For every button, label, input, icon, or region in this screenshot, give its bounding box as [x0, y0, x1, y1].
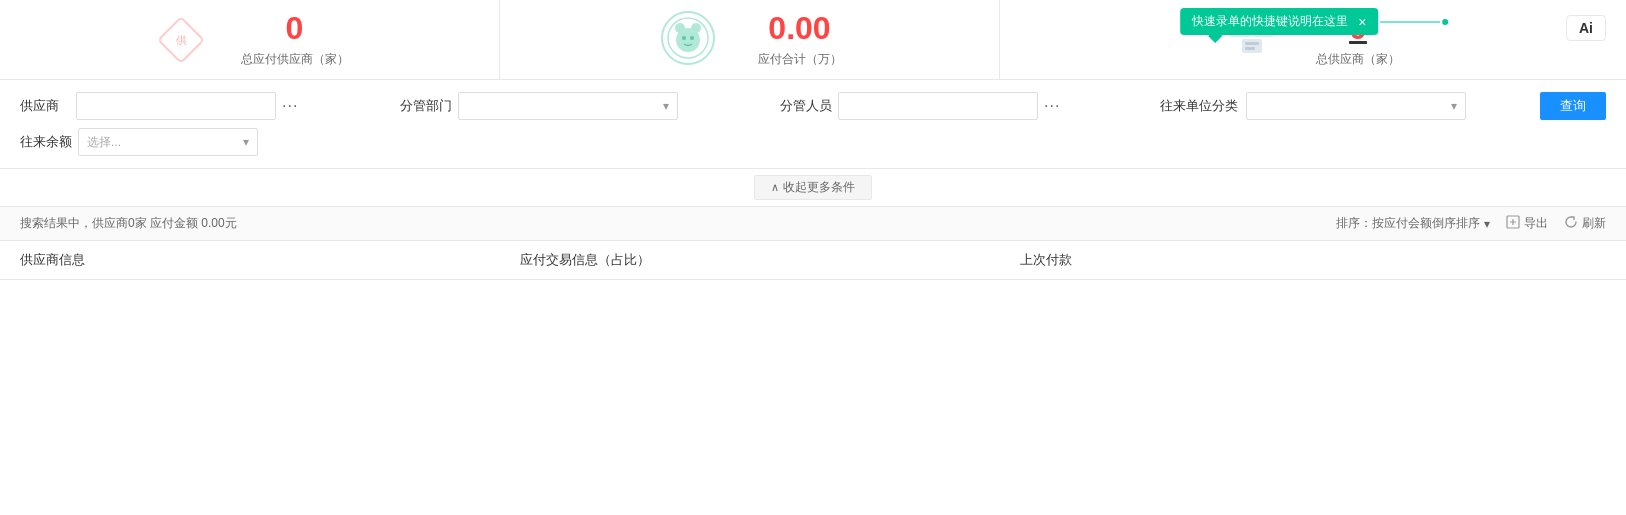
- refresh-label: 刷新: [1582, 215, 1606, 232]
- col-header-last-payment: 上次付款: [1020, 251, 1606, 269]
- col-header-supplier-info: 供应商信息: [20, 251, 520, 269]
- table-content: [0, 280, 1626, 480]
- person-filter-label: 分管人员: [780, 97, 832, 115]
- sort-arrow-icon: ▾: [1484, 217, 1490, 231]
- stat-total-suppliers: 0 总供应商（家） 快速录单的快捷键说明在这里 × Ai: [1000, 0, 1626, 79]
- sort-label: 排序：按应付会额倒序排序: [1336, 215, 1480, 232]
- supplier-filter-dots[interactable]: ···: [282, 97, 298, 115]
- filter-group-unit-category: 往来单位分类 ▾: [1160, 92, 1530, 120]
- supplier-filter-label: 供应商: [20, 97, 70, 115]
- stat-value-payable-suppliers: 0: [286, 11, 304, 46]
- export-icon: [1506, 215, 1520, 232]
- person-filter-input[interactable]: [838, 92, 1038, 120]
- diamond-icon: 供: [151, 10, 211, 70]
- tooltip-popup: 快速录单的快捷键说明在这里 ×: [1180, 8, 1378, 35]
- stat-payable-total-section: 0.00 应付合计（万）: [500, 0, 1000, 79]
- svg-point-8: [690, 36, 694, 40]
- svg-rect-17: [1245, 47, 1255, 50]
- filter-bar: 供应商 ··· 分管部门 ▾ 分管人员 ··· 往来单位分类 ▾: [0, 80, 1626, 169]
- query-button[interactable]: 查询: [1540, 92, 1606, 120]
- svg-point-7: [682, 36, 686, 40]
- svg-point-6: [676, 28, 700, 52]
- collapse-bar: ∧ 收起更多条件: [0, 169, 1626, 207]
- collapse-button[interactable]: ∧ 收起更多条件: [754, 175, 872, 200]
- token-icon: [658, 8, 718, 71]
- filter-group-balance: 往来余额 选择... ▾: [20, 128, 340, 156]
- tooltip-close[interactable]: ×: [1358, 14, 1366, 30]
- unit-category-filter-label: 往来单位分类: [1160, 97, 1240, 115]
- unit-category-select-arrow: ▾: [1451, 99, 1457, 113]
- department-filter-select[interactable]: ▾: [458, 92, 678, 120]
- tooltip-text: 快速录单的快捷键说明在这里: [1192, 13, 1348, 30]
- export-label: 导出: [1524, 215, 1548, 232]
- export-button[interactable]: 导出: [1506, 215, 1548, 232]
- sort-select[interactable]: 排序：按应付会额倒序排序 ▾: [1336, 215, 1490, 232]
- collapse-icon: ∧: [771, 181, 779, 194]
- refresh-button[interactable]: 刷新: [1564, 215, 1606, 232]
- svg-rect-15: [1242, 39, 1262, 53]
- filter-group-supplier: 供应商 ···: [20, 92, 390, 120]
- department-filter-label: 分管部门: [400, 97, 452, 115]
- unit-category-filter-select[interactable]: ▾: [1246, 92, 1466, 120]
- stat-label-total-suppliers: 总供应商（家）: [1316, 51, 1400, 68]
- ai-button[interactable]: Ai: [1566, 15, 1606, 41]
- stat-label-payable-total: 应付合计（万）: [758, 51, 842, 68]
- results-info: 搜索结果中，供应商0家 应付金额 0.00元: [20, 215, 237, 232]
- department-select-arrow: ▾: [663, 99, 669, 113]
- balance-filter-select[interactable]: 选择... ▾: [78, 128, 258, 156]
- stat-total-payable-suppliers: 供 0 总应付供应商（家）: [0, 0, 500, 79]
- svg-rect-16: [1245, 42, 1259, 45]
- stat-label-payable-suppliers: 总应付供应商（家）: [241, 51, 349, 68]
- collapse-label: 收起更多条件: [783, 179, 855, 196]
- col-header-transaction-info: 应付交易信息（占比）: [520, 251, 1020, 269]
- stats-bar: 供 0 总应付供应商（家） 0.00 应付合计（万）: [0, 0, 1626, 80]
- balance-select-arrow: ▾: [243, 135, 249, 149]
- stat-value-payable-total: 0.00: [768, 11, 830, 46]
- balance-filter-label: 往来余额: [20, 133, 72, 151]
- filter-row-1: 供应商 ··· 分管部门 ▾ 分管人员 ··· 往来单位分类 ▾: [20, 92, 1606, 120]
- refresh-icon: [1564, 215, 1578, 232]
- filter-group-department: 分管部门 ▾: [400, 92, 770, 120]
- filter-row-2: 往来余额 选择... ▾: [20, 128, 1606, 156]
- results-bar: 搜索结果中，供应商0家 应付金额 0.00元 排序：按应付会额倒序排序 ▾ 导出: [0, 207, 1626, 241]
- ai-button-area[interactable]: Ai: [1566, 15, 1606, 41]
- person-filter-dots[interactable]: ···: [1044, 97, 1060, 115]
- results-actions: 排序：按应付会额倒序排序 ▾ 导出 刷新: [1336, 215, 1606, 232]
- balance-select-placeholder: 选择...: [87, 134, 121, 151]
- table-header: 供应商信息 应付交易信息（占比） 上次付款: [0, 241, 1626, 280]
- filter-group-person: 分管人员 ···: [780, 92, 1150, 120]
- supplier-filter-input[interactable]: [76, 92, 276, 120]
- svg-text:供: 供: [175, 34, 186, 46]
